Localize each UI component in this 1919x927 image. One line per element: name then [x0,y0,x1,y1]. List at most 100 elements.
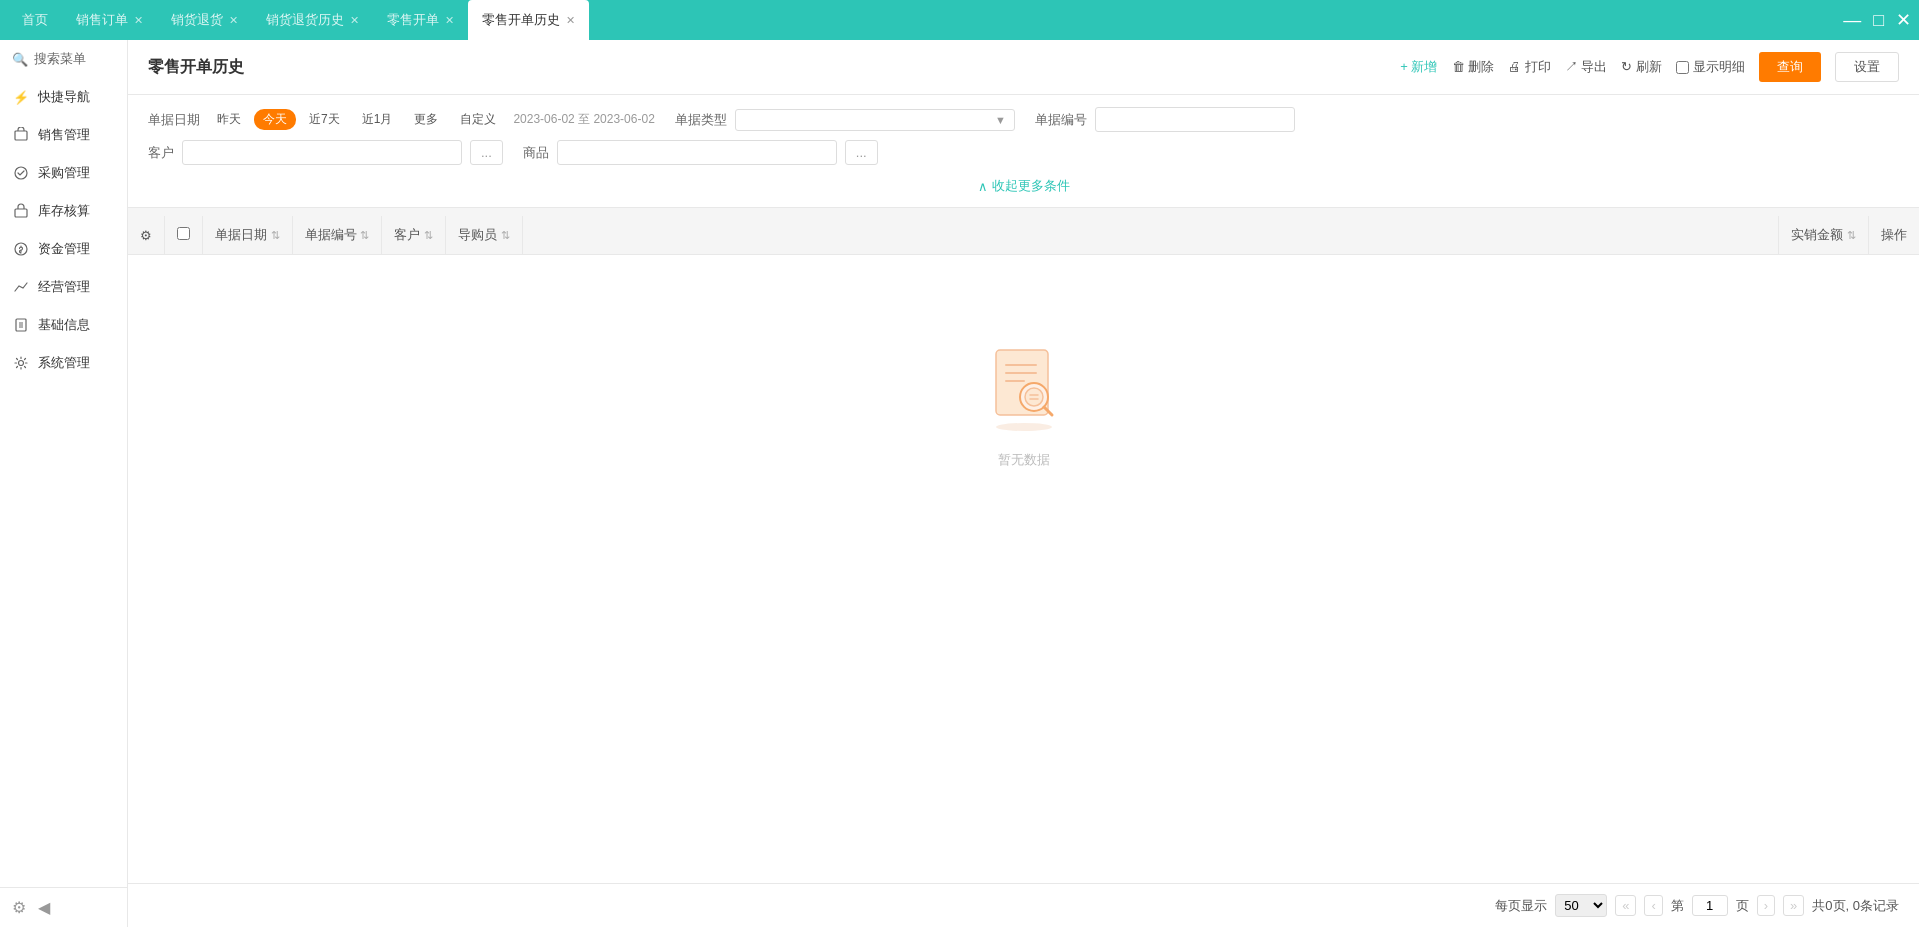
tab-sales-return-history[interactable]: 销货退货历史 ✕ [252,0,373,40]
goods-select-btn[interactable]: ... [845,140,878,165]
date-today-btn[interactable]: 今天 [254,109,296,130]
sort-customer-icon: ⇅ [424,229,433,241]
customer-filter-label: 客户 [148,144,174,162]
pagination-bar: 每页显示 50 10 20 100 « ‹ 第 页 › » 共0页, 0条记录 [128,883,1919,927]
goods-input[interactable] [557,140,837,165]
number-input[interactable] [1095,107,1295,132]
svg-point-8 [19,361,24,366]
show-detail-checkbox[interactable] [1676,61,1689,74]
customer-select-btn[interactable]: ... [470,140,503,165]
prev-page-button[interactable]: ‹ [1644,895,1662,916]
date-1month-btn[interactable]: 近1月 [353,108,402,131]
page-header: 零售开单历史 + 新增 🗑 删除 🖨 打印 ↗ 导出 ↻ 刷新 显示明细 查询 … [128,40,1919,95]
table-settings-icon[interactable]: ⚙ [140,228,152,243]
next-page-button[interactable]: › [1757,895,1775,916]
sidebar-item-inventory[interactable]: 库存核算 [0,192,127,230]
basic-info-icon [12,316,30,334]
close-icon[interactable]: ✕ [229,14,238,27]
main-layout: 🔍 搜索菜单 ⚡ 快捷导航 销售管理 采购管理 [0,40,1919,927]
show-detail-toggle[interactable]: 显示明细 [1676,58,1745,76]
system-icon [12,354,30,372]
settings-icon[interactable]: ⚙ [12,898,26,917]
page-size-select[interactable]: 50 10 20 100 [1555,894,1607,917]
collapse-button[interactable]: ∧ 收起更多条件 [978,177,1070,195]
date-yesterday-btn[interactable]: 昨天 [208,108,250,131]
empty-area: 暂无数据 [128,255,1919,529]
last-page-button[interactable]: » [1783,895,1804,916]
type-select[interactable]: ▼ [735,109,1015,131]
delete-button[interactable]: 🗑 删除 [1452,58,1495,76]
collapse-row: ∧ 收起更多条件 [148,173,1899,199]
window-min-icon[interactable]: — [1843,10,1861,31]
th-date[interactable]: 单据日期 ⇅ [203,216,293,255]
filter-area: 单据日期 昨天 今天 近7天 近1月 更多 自定义 2023-06-02 至 2… [128,95,1919,208]
window-close-icon[interactable]: ✕ [1896,9,1911,31]
th-spacer [522,216,1779,255]
close-icon[interactable]: ✕ [566,14,575,27]
close-icon[interactable]: ✕ [445,14,454,27]
tab-retail-order[interactable]: 零售开单 ✕ [373,0,468,40]
quick-nav-icon: ⚡ [12,88,30,106]
total-info: 共0页, 0条记录 [1812,897,1899,915]
number-filter-group: 单据编号 [1035,107,1295,132]
customer-filter-group: 客户 ... [148,140,503,165]
data-table: ⚙ 单据日期 ⇅ 单据编号 ⇅ [128,216,1919,529]
sidebar-item-finance[interactable]: 资金管理 [0,230,127,268]
sidebar-search[interactable]: 🔍 搜索菜单 [0,40,127,78]
page-prefix: 第 [1671,897,1684,915]
sidebar-item-sales[interactable]: 销售管理 [0,116,127,154]
add-button[interactable]: + 新增 [1400,58,1437,76]
date-range-display: 2023-06-02 至 2023-06-02 [513,111,654,128]
customer-input[interactable] [182,140,462,165]
date-more-btn[interactable]: 更多 [405,108,447,131]
th-guide[interactable]: 导购员 ⇅ [445,216,522,255]
settings-button[interactable]: 设置 [1835,52,1899,82]
window-controls: — □ ✕ [1843,9,1911,31]
collapse-sidebar-icon[interactable]: ◀ [38,898,50,917]
sort-number-icon: ⇅ [360,229,369,241]
table-header-row: ⚙ 单据日期 ⇅ 单据编号 ⇅ [128,216,1919,255]
th-guide-label: 导购员 [458,227,497,242]
th-amount[interactable]: 实销金额 ⇅ [1779,216,1869,255]
sidebar-item-business[interactable]: 经营管理 [0,268,127,306]
type-dropdown-arrow-icon: ▼ [995,114,1006,126]
th-settings[interactable]: ⚙ [128,216,165,255]
tab-retail-order-history[interactable]: 零售开单历史 ✕ [468,0,589,40]
th-action: 操作 [1869,216,1920,255]
page-number-input[interactable] [1692,895,1728,916]
tab-sales-order[interactable]: 销售订单 ✕ [62,0,157,40]
export-button[interactable]: ↗ 导出 [1565,58,1608,76]
page-title: 零售开单历史 [148,57,244,78]
window-max-icon[interactable]: □ [1873,10,1884,31]
sort-guide-icon: ⇅ [501,229,510,241]
sales-icon [12,126,30,144]
th-amount-label: 实销金额 [1791,227,1843,242]
th-date-label: 单据日期 [215,227,267,242]
refresh-button[interactable]: ↻ 刷新 [1621,58,1662,76]
sidebar-item-system[interactable]: 系统管理 [0,344,127,382]
filter-row-2: 客户 ... 商品 ... [148,140,1899,165]
business-icon [12,278,30,296]
date-7days-btn[interactable]: 近7天 [300,108,349,131]
sidebar-item-purchase[interactable]: 采购管理 [0,154,127,192]
sidebar-item-basic-info[interactable]: 基础信息 [0,306,127,344]
close-icon[interactable]: ✕ [350,14,359,27]
sidebar-bottom: ⚙ ◀ [0,887,127,927]
query-button[interactable]: 查询 [1759,52,1821,82]
print-button[interactable]: 🖨 打印 [1508,58,1551,76]
close-icon[interactable]: ✕ [134,14,143,27]
th-number-label: 单据编号 [305,227,357,242]
select-all-checkbox[interactable] [177,227,190,240]
th-number[interactable]: 单据编号 ⇅ [292,216,382,255]
type-filter-group: 单据类型 ▼ [675,109,1015,131]
empty-icon [974,335,1074,435]
tab-sales-return[interactable]: 销货退货 ✕ [157,0,252,40]
search-icon: 🔍 [12,52,28,67]
sidebar-item-quick-nav[interactable]: ⚡ 快捷导航 [0,78,127,116]
empty-row: 暂无数据 [128,255,1919,530]
th-checkbox[interactable] [165,216,203,255]
tab-home[interactable]: 首页 [8,0,62,40]
date-custom-btn[interactable]: 自定义 [451,108,505,131]
first-page-button[interactable]: « [1615,895,1636,916]
th-customer[interactable]: 客户 ⇅ [382,216,446,255]
